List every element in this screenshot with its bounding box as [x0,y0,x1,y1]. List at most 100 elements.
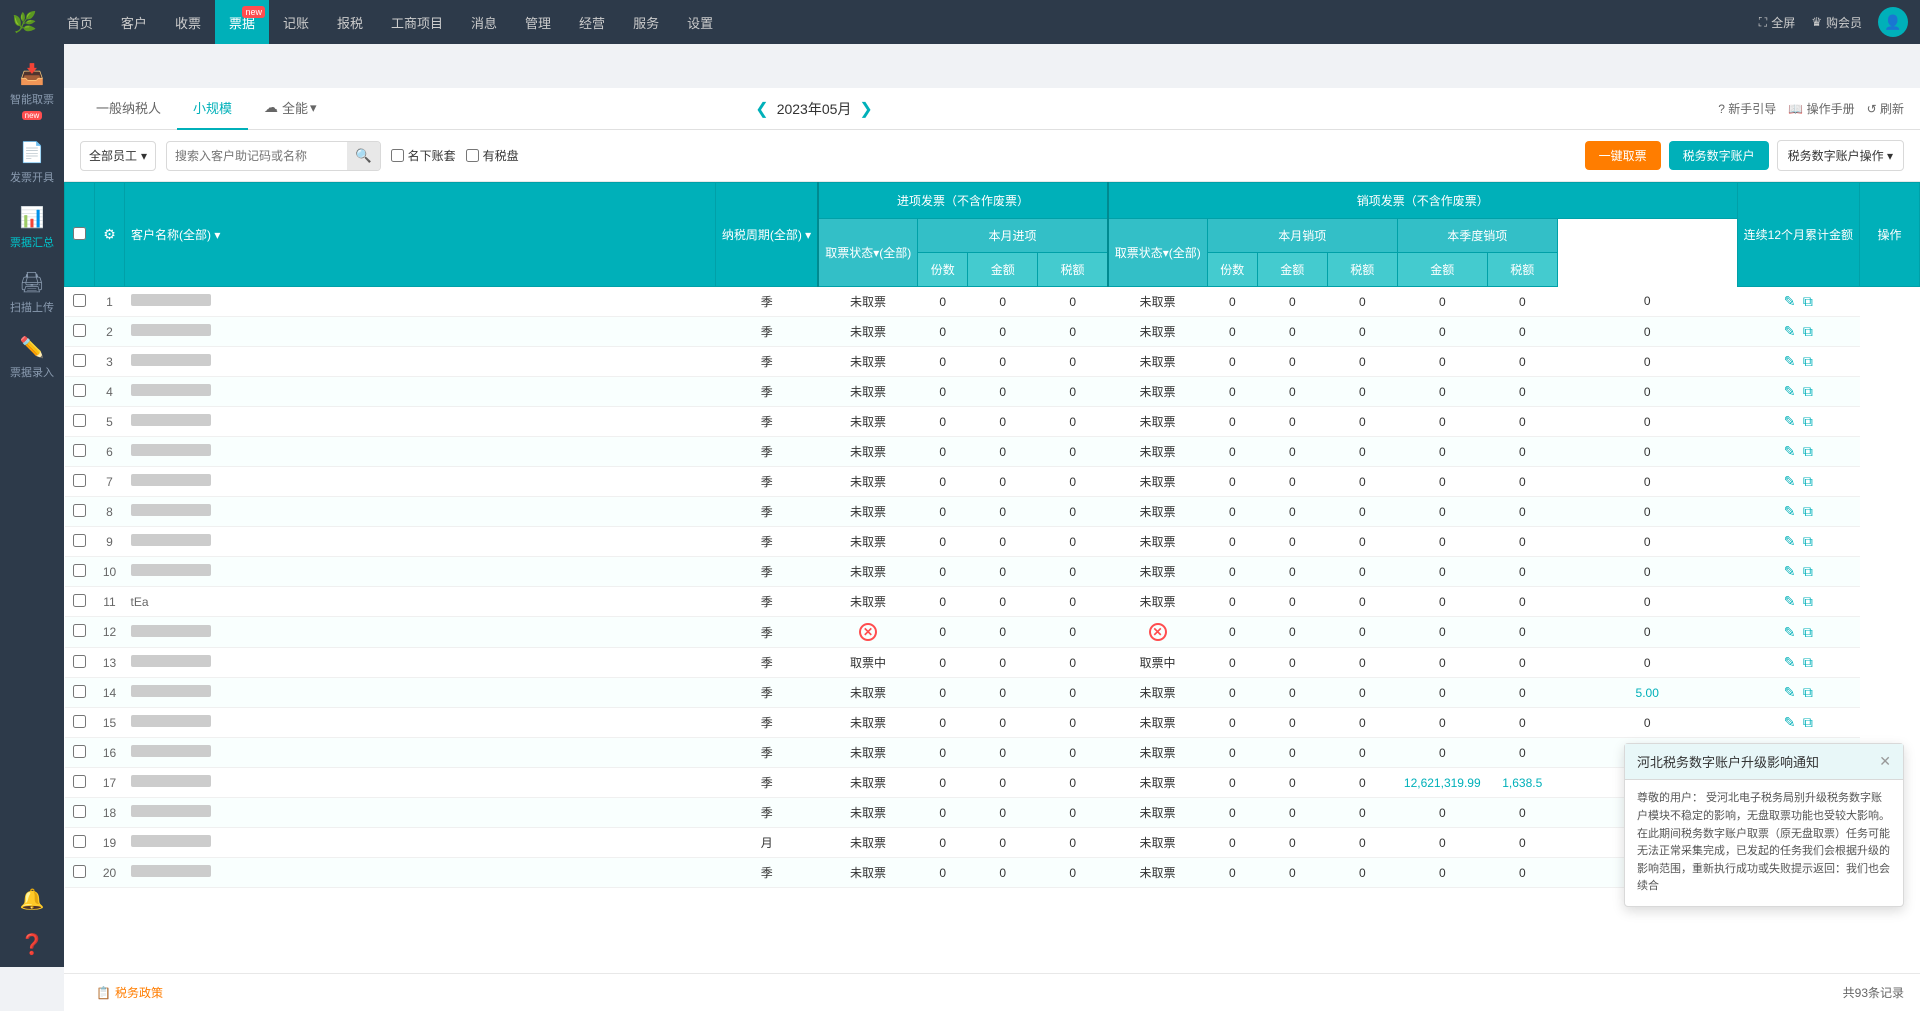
row-in-status: ✕ [818,617,918,648]
edit-icon[interactable]: ✎ [1784,624,1796,640]
row-sea-jin: 0 [1397,678,1487,708]
edit-icon[interactable]: ✎ [1784,533,1796,549]
copy-icon[interactable]: ⧉ [1803,353,1813,369]
edit-icon[interactable]: ✎ [1784,353,1796,369]
nav-receive[interactable]: 收票 [161,0,215,44]
sidebar-item-scan-upload[interactable]: 🖨 扫描上传 [0,260,64,325]
sidebar-badge-new: new [22,111,43,120]
edit-icon[interactable]: ✎ [1784,473,1796,489]
row-checkbox[interactable] [73,715,86,728]
nav-operation[interactable]: 经营 [565,0,619,44]
nav-service[interactable]: 服务 [619,0,673,44]
sidebar-item-help[interactable]: ❓ [0,922,64,967]
copy-icon[interactable]: ⧉ [1803,624,1813,640]
edit-icon[interactable]: ✎ [1784,443,1796,459]
sidebar-item-smart-ticket[interactable]: 📥 智能取票 new [0,52,64,130]
copy-icon[interactable]: ⧉ [1803,714,1813,730]
row-checkbox[interactable] [73,444,86,457]
copy-icon[interactable]: ⧉ [1803,383,1813,399]
member-button[interactable]: ♛ 购会员 [1811,14,1862,31]
edit-icon[interactable]: ✎ [1784,563,1796,579]
row-customer-name [125,287,716,317]
row-checkbox[interactable] [73,294,86,307]
tab-all-capable[interactable]: ☁ 全能 ▾ [248,88,333,130]
nav-settings[interactable]: 设置 [673,0,727,44]
table-settings-button[interactable]: ⚙ [103,226,116,243]
copy-icon[interactable]: ⧉ [1803,593,1813,609]
nav-invoice[interactable]: 票据 new [215,0,269,44]
row-checkbox[interactable] [73,805,86,818]
copy-icon[interactable]: ⧉ [1803,323,1813,339]
row-checkbox[interactable] [73,504,86,517]
nav-manage[interactable]: 管理 [511,0,565,44]
row-checkbox[interactable] [73,655,86,668]
manual-button[interactable]: 📖 操作手册 [1788,100,1854,117]
copy-icon[interactable]: ⧉ [1803,533,1813,549]
sidebar-item-invoice-open[interactable]: 📄 发票开具 [0,130,64,195]
employee-select[interactable]: 全部员工 ▾ [80,141,156,171]
row-checkbox[interactable] [73,745,86,758]
copy-icon[interactable]: ⧉ [1803,443,1813,459]
copy-icon[interactable]: ⧉ [1803,563,1813,579]
nav-home[interactable]: 首页 [53,0,107,44]
row-checkbox[interactable] [73,324,86,337]
nav-message[interactable]: 消息 [457,0,511,44]
nav-tax[interactable]: 报税 [323,0,377,44]
refresh-button[interactable]: ↺ 刷新 [1867,100,1904,117]
row-checkbox[interactable] [73,865,86,878]
under-name-checkbox-label[interactable]: 名下账套 [391,147,456,164]
period-prev-button[interactable]: ❮ [755,99,768,119]
row-checkbox[interactable] [73,534,86,547]
copy-icon[interactable]: ⧉ [1803,473,1813,489]
under-name-checkbox[interactable] [391,149,404,162]
row-checkbox[interactable] [73,474,86,487]
sidebar-item-notification[interactable]: 🔔 [0,877,64,922]
user-avatar[interactable]: 👤 [1878,7,1908,37]
select-all-checkbox[interactable] [73,227,86,240]
table-row: 15 季 未取票 0 0 0 未取票 0 0 0 0 0 0 ✎ ⧉ [65,708,1920,738]
has-tax-disk-checkbox-label[interactable]: 有税盘 [466,147,519,164]
nav-business[interactable]: 工商项目 [377,0,457,44]
row-checkbox[interactable] [73,564,86,577]
row-in-jin: 0 [968,617,1038,648]
row-checkbox[interactable] [73,835,86,848]
row-checkbox[interactable] [73,624,86,637]
edit-icon[interactable]: ✎ [1784,323,1796,339]
sidebar-item-ticket-summary[interactable]: 📊 票据汇总 [0,195,64,260]
nav-customer[interactable]: 客户 [107,0,161,44]
copy-icon[interactable]: ⧉ [1803,654,1813,670]
has-tax-disk-checkbox[interactable] [466,149,479,162]
search-button[interactable]: 🔍 [347,141,380,171]
copy-icon[interactable]: ⧉ [1803,503,1813,519]
new-guide-button[interactable]: ? 新手引导 [1718,100,1776,117]
period-next-button[interactable]: ❯ [859,99,872,119]
row-checkbox[interactable] [73,354,86,367]
edit-icon[interactable]: ✎ [1784,383,1796,399]
nav-accounting[interactable]: 记账 [269,0,323,44]
copy-icon[interactable]: ⧉ [1803,293,1813,309]
copy-icon[interactable]: ⧉ [1803,413,1813,429]
fullscreen-button[interactable]: ⛶ 全屏 [1759,14,1795,31]
row-checkbox[interactable] [73,685,86,698]
copy-icon[interactable]: ⧉ [1803,684,1813,700]
notification-close-button[interactable]: ✕ [1879,753,1891,770]
row-checkbox[interactable] [73,775,86,788]
tax-digital-account-button[interactable]: 税务数字账户 [1669,141,1769,170]
edit-icon[interactable]: ✎ [1784,714,1796,730]
sidebar-item-ticket-entry[interactable]: ✏️ 票据录入 [0,325,64,390]
row-checkbox[interactable] [73,384,86,397]
tax-digital-account-action-button[interactable]: 税务数字账户操作 ▾ [1777,140,1904,171]
edit-icon[interactable]: ✎ [1784,593,1796,609]
edit-icon[interactable]: ✎ [1784,654,1796,670]
edit-icon[interactable]: ✎ [1784,684,1796,700]
edit-icon[interactable]: ✎ [1784,293,1796,309]
row-checkbox[interactable] [73,594,86,607]
one-click-ticket-button[interactable]: 一键取票 [1585,141,1661,170]
tab-general-taxpayer[interactable]: 一般纳税人 [80,88,177,130]
tax-policy-link[interactable]: 📋 税务政策 [80,980,179,1005]
row-checkbox[interactable] [73,414,86,427]
tab-small-scale[interactable]: 小规模 [177,88,248,130]
edit-icon[interactable]: ✎ [1784,503,1796,519]
search-input[interactable] [167,149,347,163]
edit-icon[interactable]: ✎ [1784,413,1796,429]
